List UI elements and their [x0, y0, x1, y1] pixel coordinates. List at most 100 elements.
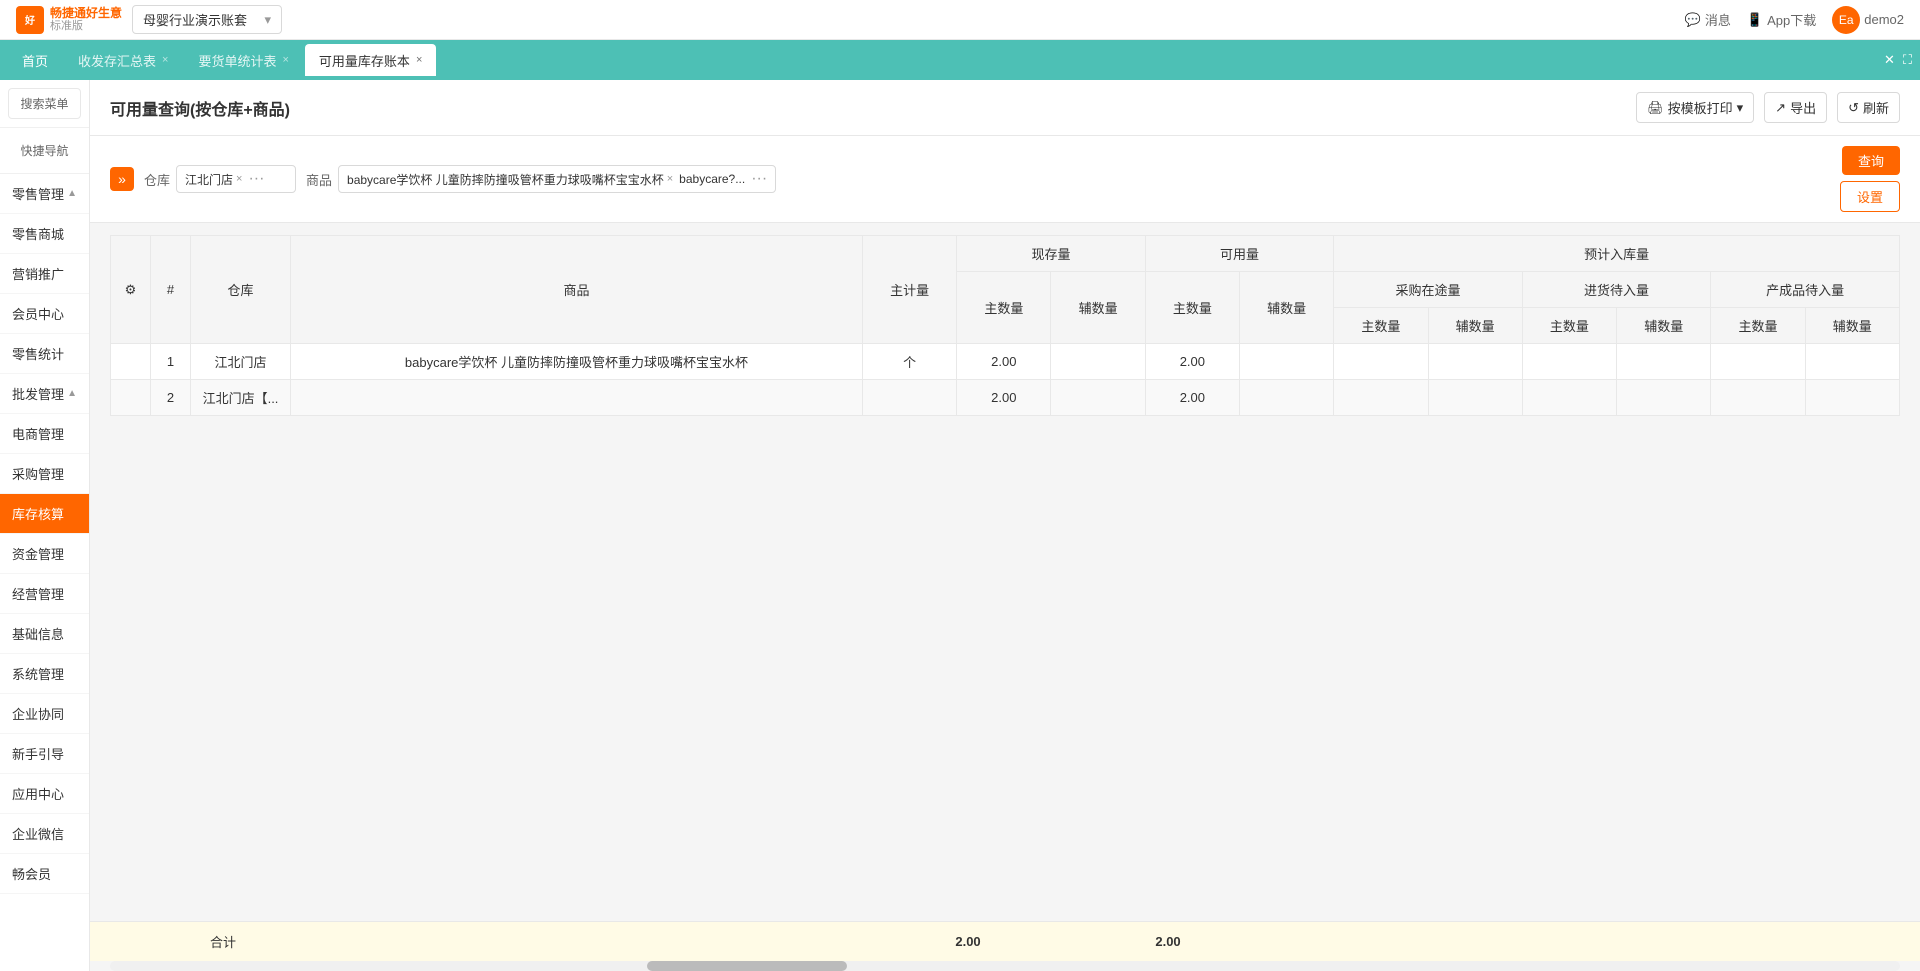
cell-warehouse-2: 江北门店【... — [191, 380, 291, 416]
sidebar-item-member-center[interactable]: 会员中心 — [0, 294, 89, 334]
refresh-icon: ↺ — [1848, 100, 1859, 116]
tab-home-label: 首页 — [22, 51, 48, 70]
tab-home[interactable]: 首页 — [8, 44, 62, 76]
sidebar-item-app-center[interactable]: 应用中心 — [0, 774, 89, 814]
tag-close-icon[interactable]: × — [236, 173, 242, 185]
th-purchase-aux: 辅数量 — [1428, 308, 1522, 344]
app-download-label: App下载 — [1767, 10, 1816, 29]
cell-gear — [111, 344, 151, 380]
footer-stock-main: 2.00 — [908, 934, 1028, 949]
sidebar-item-finance-mgmt[interactable]: 资金管理 — [0, 534, 89, 574]
tab-order-stats[interactable]: 要货单统计表 × — [184, 44, 302, 76]
query-button[interactable]: 查询 — [1842, 146, 1900, 175]
message-action[interactable]: 💬 消息 — [1685, 10, 1731, 29]
cell-no-2: 2 — [151, 380, 191, 416]
th-no: # — [151, 236, 191, 344]
sidebar-item-ecommerce-mgmt[interactable]: 电商管理 — [0, 414, 89, 454]
close-icon[interactable]: × — [282, 54, 288, 66]
product-tag-2: babycare?... — [679, 172, 745, 186]
cell-prod-main-1 — [1711, 344, 1805, 380]
cell-stock-aux-2 — [1051, 380, 1145, 416]
product-tag-1: babycare学饮杯 儿童防摔防撞吸管杯重力球吸嘴杯宝宝水杯 × — [347, 171, 673, 188]
warehouse-filter-field: 仓库 江北门店 × ··· — [144, 165, 296, 193]
sidebar-item-enterprise-collab[interactable]: 企业协同 — [0, 694, 89, 734]
logo-area: 好 畅捷通好生意 标准版 — [16, 6, 122, 34]
sidebar-item-ops-mgmt-label: 经营管理 — [12, 584, 64, 603]
sidebar-item-wholesale-mgmt[interactable]: 批发管理 ▲ — [0, 374, 89, 414]
top-bar-left: 好 畅捷通好生意 标准版 母婴行业演示账套 ▾ — [16, 5, 282, 34]
cell-prod-aux-1 — [1805, 344, 1899, 380]
main-layout: 搜索菜单 快捷导航 零售管理 ▲ 零售商城 营销推广 会员中心 零售统计 批发管… — [0, 80, 1920, 971]
logo-text: 畅捷通好生意 — [50, 6, 122, 20]
th-purchase-main: 主数量 — [1334, 308, 1428, 344]
warehouse-filter-label: 仓库 — [144, 170, 170, 189]
close-icon[interactable]: × — [416, 54, 422, 66]
sidebar-item-inventory-check[interactable]: 库存核算 — [0, 494, 89, 534]
sidebar-item-retail-mgmt[interactable]: 零售管理 ▲ — [0, 174, 89, 214]
page-title: 可用量查询(按仓库+商品) — [110, 96, 290, 132]
printer-icon: 🖨 — [1647, 100, 1664, 116]
horizontal-scrollbar[interactable] — [110, 961, 1900, 971]
sidebar-item-member-center-label: 会员中心 — [12, 304, 64, 323]
th-purchase-intransit: 采购在途量 — [1334, 272, 1523, 308]
settings-button[interactable]: 设置 — [1840, 181, 1900, 212]
footer-total-label: 合计 — [110, 932, 236, 951]
phone-icon: 📱 — [1747, 12, 1763, 28]
sidebar-item-app-center-label: 应用中心 — [12, 784, 64, 803]
close-window-icon[interactable]: ✕ — [1884, 52, 1895, 68]
industry-selector[interactable]: 母婴行业演示账套 ▾ — [132, 5, 282, 34]
export-button[interactable]: ↗ 导出 — [1764, 92, 1827, 123]
search-menu-button[interactable]: 搜索菜单 — [8, 88, 81, 119]
th-planned-inbound: 预计入库量 — [1334, 236, 1900, 272]
sidebar-item-sys-mgmt[interactable]: 系统管理 — [0, 654, 89, 694]
warehouse-filter-value[interactable]: 江北门店 × ··· — [176, 165, 296, 193]
template-print-button[interactable]: 🖨 按模板打印 ▾ — [1636, 92, 1754, 123]
th-prod-aux: 辅数量 — [1805, 308, 1899, 344]
sidebar-item-enterprise-wechat[interactable]: 企业微信 — [0, 814, 89, 854]
scrollbar-thumb[interactable] — [647, 961, 847, 971]
tab-available-stock[interactable]: 可用量库存账本 × — [305, 44, 436, 76]
sidebar-item-ops-mgmt[interactable]: 经营管理 — [0, 574, 89, 614]
more-icon[interactable]: ··· — [751, 170, 767, 188]
tab-receive-summary[interactable]: 收发存汇总表 × — [64, 44, 182, 76]
chevron-down-icon: ▾ — [1737, 100, 1744, 116]
close-icon[interactable]: × — [162, 54, 168, 66]
cell-warehouse-1: 江北门店 — [191, 344, 291, 380]
sidebar-item-basic-info[interactable]: 基础信息 — [0, 614, 89, 654]
chevron-icon: ▲ — [67, 388, 77, 399]
tag-close-icon[interactable]: × — [667, 173, 673, 185]
sidebar-item-new-guide[interactable]: 新手引导 — [0, 734, 89, 774]
th-gear[interactable]: ⚙ — [111, 236, 151, 344]
app-download-action[interactable]: 📱 App下载 — [1747, 10, 1816, 29]
content-area: 可用量查询(按仓库+商品) 🖨 按模板打印 ▾ ↗ 导出 ↺ 刷新 — [90, 80, 1920, 971]
th-inbound-pending: 进货待入量 — [1522, 272, 1711, 308]
sidebar-item-enterprise-wechat-label: 企业微信 — [12, 824, 64, 843]
export-icon: ↗ — [1775, 100, 1786, 116]
table-row: 1 江北门店 babycare学饮杯 儿童防摔防撞吸管杯重力球吸嘴杯宝宝水杯 个… — [111, 344, 1900, 380]
sidebar-item-retail-stats[interactable]: 零售统计 — [0, 334, 89, 374]
sidebar-item-retail-mall[interactable]: 零售商城 — [0, 214, 89, 254]
sidebar-item-marketing[interactable]: 营销推广 — [0, 254, 89, 294]
refresh-button[interactable]: ↺ 刷新 — [1837, 92, 1900, 123]
fullscreen-icon[interactable]: ⛶ — [1903, 52, 1912, 68]
sidebar-item-purchase-mgmt[interactable]: 采购管理 — [0, 454, 89, 494]
th-production-pending: 产成品待入量 — [1711, 272, 1900, 308]
nav-tabs-right: ✕ ⛶ — [1884, 52, 1912, 68]
sidebar-item-member[interactable]: 畅会员 — [0, 854, 89, 894]
cell-inbound-aux-1 — [1617, 344, 1711, 380]
cell-purchase-aux-1 — [1428, 344, 1522, 380]
product-filter-value[interactable]: babycare学饮杯 儿童防摔防撞吸管杯重力球吸嘴杯宝宝水杯 × babyca… — [338, 165, 776, 193]
sidebar-item-new-guide-label: 新手引导 — [12, 744, 64, 763]
filter-toggle-button[interactable]: » — [110, 167, 134, 191]
cell-purchase-main-1 — [1334, 344, 1428, 380]
more-icon[interactable]: ··· — [248, 170, 264, 188]
th-avail-main: 主数量 — [1145, 272, 1239, 344]
table-footer: 合计 2.00 2.00 — [90, 921, 1920, 961]
top-bar-right: 💬 消息 📱 App下载 Ea demo2 — [1685, 6, 1904, 34]
footer-avail-main: 2.00 — [1108, 934, 1228, 949]
user-action[interactable]: Ea demo2 — [1832, 6, 1904, 34]
user-label: demo2 — [1864, 12, 1904, 27]
filter-bar: » 仓库 江北门店 × ··· 商品 babycare学饮杯 儿童防摔防撞吸管杯… — [90, 136, 1920, 223]
product-filter-label: 商品 — [306, 170, 332, 189]
quick-nav-item[interactable]: 快捷导航 — [0, 134, 89, 167]
